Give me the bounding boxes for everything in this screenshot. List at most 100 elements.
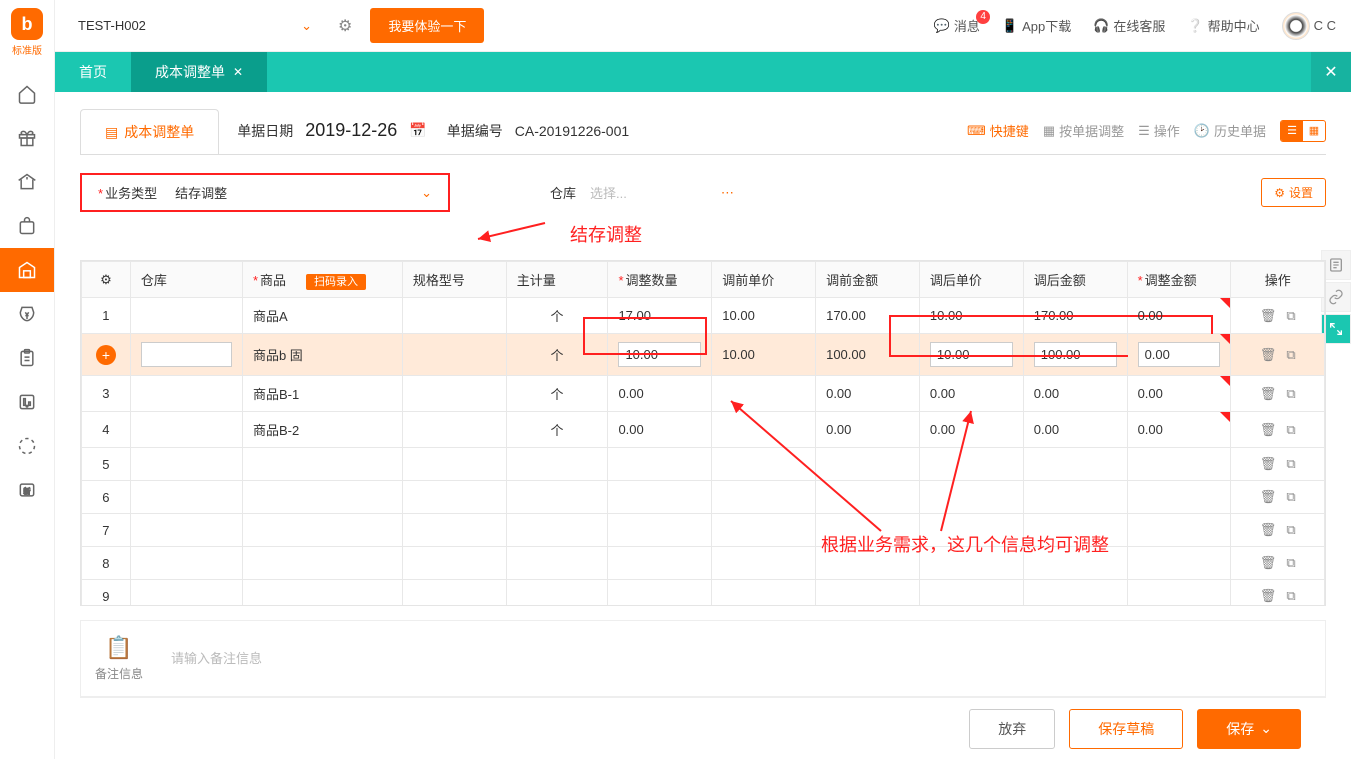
headset-icon: 🎧 [1093, 18, 1109, 34]
th-warehouse: 仓库 [130, 262, 242, 298]
view-grid-icon[interactable]: ▦ [1303, 121, 1325, 141]
history-link[interactable]: 🕑历史单据 [1194, 121, 1266, 140]
page-tabs: 首页 成本调整单✕ ✕ [55, 52, 1351, 92]
tab-cost-adjust[interactable]: 成本调整单✕ [131, 52, 267, 92]
notebook-icon: 📋 [105, 635, 132, 661]
copy-icon[interactable]: ⧉ [1286, 489, 1295, 505]
copy-icon[interactable]: ⧉ [1286, 522, 1295, 538]
copy-icon[interactable]: ⧉ [1286, 588, 1295, 604]
table-row[interactable]: 8🗑⧉ [82, 547, 1325, 580]
delete-icon[interactable]: 🗑 [1260, 555, 1277, 571]
copy-icon[interactable]: ⧉ [1286, 386, 1295, 402]
adjamt-input[interactable]: 0.00 [1138, 342, 1221, 367]
business-type-value: 结存调整 [175, 183, 227, 202]
brand-sub: 标准版 [12, 42, 42, 57]
delete-icon[interactable]: 🗑 [1260, 422, 1277, 438]
save-button[interactable]: 保存⌄ [1197, 709, 1301, 749]
nav-clipboard-icon[interactable] [0, 336, 54, 380]
more-icon[interactable]: ⋯ [721, 185, 734, 201]
th-product: *商品扫码录入 [242, 262, 402, 298]
doc-header: ▤ 成本调整单 单据日期 2019-12-26 📅 单据编号 CA-201912… [80, 107, 1326, 155]
warehouse-input[interactable] [141, 342, 232, 367]
nav-money-icon[interactable] [0, 292, 54, 336]
discard-button[interactable]: 放弃 [969, 709, 1055, 749]
adjust-by-doc-link[interactable]: ▦按单据调整 [1043, 121, 1124, 140]
qty-input[interactable]: 10.00 [618, 342, 701, 367]
view-toggle[interactable]: ☰ ▦ [1280, 120, 1326, 142]
table-row[interactable]: 6🗑⧉ [82, 481, 1325, 514]
customer-service-link[interactable]: 🎧在线客服 [1093, 16, 1165, 35]
copy-icon[interactable]: ⧉ [1286, 347, 1295, 363]
grid-icon: ▦ [1043, 123, 1055, 139]
th-postprice: 调后单价 [919, 262, 1023, 298]
chevron-down-icon: ⌄ [301, 18, 312, 34]
th-qty: *调整数量 [608, 262, 712, 298]
delete-icon[interactable]: 🗑 [1260, 347, 1277, 363]
add-row-button[interactable]: + [96, 345, 116, 365]
gear-icon[interactable]: ⚙ [332, 16, 358, 36]
table-row[interactable]: + 商品b 固个10.0010.00100.0010.00100.000.00🗑… [82, 334, 1325, 376]
nav-home-icon[interactable] [0, 72, 54, 116]
nav-gift-icon[interactable] [0, 116, 54, 160]
table-row[interactable]: 1商品A个17.0010.00170.0010.00170.000.00🗑⧉ [82, 298, 1325, 334]
th-settings[interactable]: ⚙ [82, 262, 131, 298]
org-name: TEST-H002 [78, 18, 146, 33]
warehouse-select[interactable]: 仓库 选择... ⋯ [550, 183, 734, 202]
messages-link[interactable]: 💬 消息 4 [934, 16, 980, 35]
phone-icon: 📱 [1002, 18, 1018, 34]
th-preprice: 调前单价 [712, 262, 816, 298]
postamt-input[interactable]: 100.00 [1034, 342, 1117, 367]
delete-icon[interactable]: 🗑 [1260, 386, 1277, 402]
settings-button[interactable]: ⚙设置 [1261, 178, 1326, 207]
nav-warehouse-icon[interactable] [0, 248, 54, 292]
remarks-input[interactable] [171, 651, 1311, 666]
delete-icon[interactable]: 🗑 [1260, 456, 1277, 472]
list-icon: ☰ [1138, 123, 1150, 139]
copy-icon[interactable]: ⧉ [1286, 308, 1295, 324]
table-row[interactable]: 9🗑⧉ [82, 580, 1325, 607]
org-select[interactable]: TEST-H002 ⌄ [70, 18, 320, 34]
help-center-link[interactable]: ❔帮助中心 [1187, 16, 1259, 35]
th-spec: 规格型号 [402, 262, 506, 298]
history-icon: 🕑 [1194, 123, 1210, 139]
nav-loading-icon[interactable] [0, 424, 54, 468]
doc-tab[interactable]: ▤ 成本调整单 [80, 109, 219, 154]
table-row[interactable]: 5🗑⧉ [82, 448, 1325, 481]
calendar-icon[interactable]: 📅 [409, 122, 426, 139]
annotation-1: 结存调整 [570, 221, 642, 247]
experience-button[interactable]: 我要体验一下 [370, 8, 484, 43]
nav-house-icon[interactable] [0, 160, 54, 204]
nav-bag-icon[interactable] [0, 204, 54, 248]
scan-button[interactable]: 扫码录入 [306, 274, 366, 290]
gear-icon: ⚙ [1274, 186, 1285, 200]
ops-link[interactable]: ☰操作 [1138, 121, 1180, 140]
delete-icon[interactable]: 🗑 [1260, 308, 1277, 324]
shortcut-link[interactable]: ⌨快捷键 [967, 121, 1029, 140]
doc-date[interactable]: 2019-12-26 [305, 120, 397, 141]
view-list-icon[interactable]: ☰ [1281, 121, 1303, 141]
th-um: 主计量 [506, 262, 608, 298]
table-row[interactable]: 7🗑⧉ [82, 514, 1325, 547]
user-menu[interactable]: C C [1282, 12, 1336, 40]
doc-icon: ▤ [105, 124, 118, 141]
nav-new-icon[interactable]: 新 [0, 468, 54, 512]
postprice-input[interactable]: 10.00 [930, 342, 1013, 367]
th-ops: 操作 [1231, 262, 1325, 298]
app-download-link[interactable]: 📱App下载 [1002, 16, 1071, 35]
table-row[interactable]: 3商品B-1个0.000.000.000.000.00🗑⧉ [82, 376, 1325, 412]
brand-logo: b [11, 8, 43, 40]
tab-home[interactable]: 首页 [55, 52, 131, 92]
copy-icon[interactable]: ⧉ [1286, 456, 1295, 472]
copy-icon[interactable]: ⧉ [1286, 422, 1295, 438]
delete-icon[interactable]: 🗑 [1260, 522, 1277, 538]
copy-icon[interactable]: ⧉ [1286, 555, 1295, 571]
nav-report-icon[interactable] [0, 380, 54, 424]
tabs-close-all[interactable]: ✕ [1311, 52, 1351, 92]
svg-text:新: 新 [24, 486, 31, 495]
business-type-select[interactable]: *业务类型 结存调整 ⌄ [80, 173, 450, 212]
delete-icon[interactable]: 🗑 [1260, 588, 1277, 604]
close-icon[interactable]: ✕ [233, 65, 243, 79]
table-row[interactable]: 4商品B-2个0.000.000.000.000.00🗑⧉ [82, 412, 1325, 448]
delete-icon[interactable]: 🗑 [1260, 489, 1277, 505]
save-draft-button[interactable]: 保存草稿 [1069, 709, 1183, 749]
